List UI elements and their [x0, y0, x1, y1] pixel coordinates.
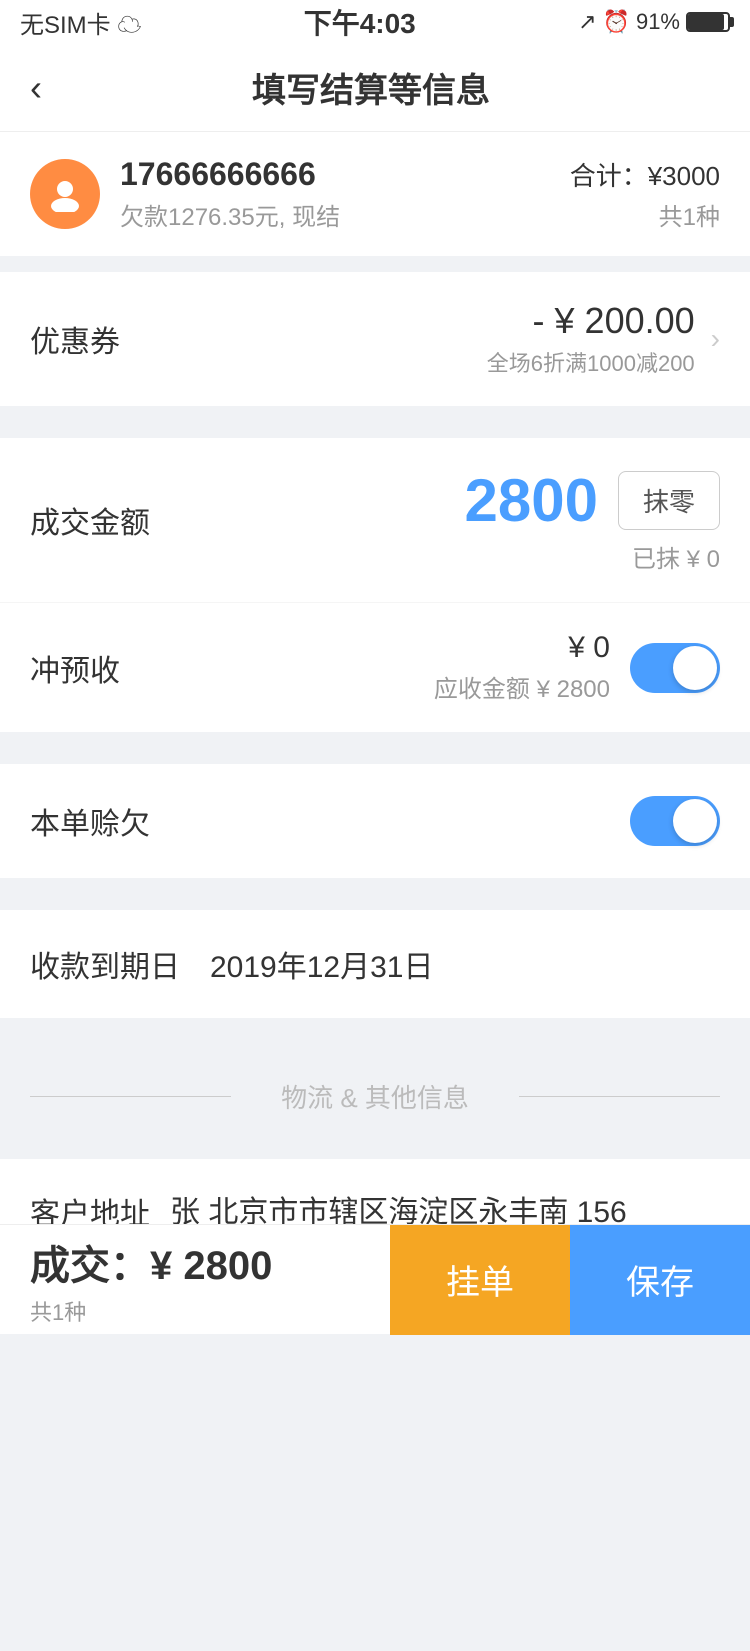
customer-sub: 欠款1276.35元, 现结: [120, 197, 340, 232]
bottom-deal: 成交：¥ 2800: [30, 1233, 360, 1291]
deal-amount-label: 成交金额: [30, 498, 150, 542]
customer-phone: 17666666666: [120, 156, 340, 193]
logistics-line-left: [30, 1096, 231, 1097]
section-divider-1: [0, 422, 750, 438]
status-bar: 无SIM卡 ☁ 下午4:03 ↗ ⏰ 91%: [0, 0, 750, 44]
main-content: 17666666666 欠款1276.35元, 现结 合计：¥3000 共1种 …: [0, 132, 750, 1651]
due-date-value: 2019年12月31日: [210, 942, 433, 986]
deal-amount-row: 成交金额 2800 抹零 已抹 ¥ 0: [0, 438, 750, 603]
battery-icon: [686, 12, 730, 32]
hang-order-button[interactable]: 挂单: [390, 1225, 570, 1335]
section-divider-2: [0, 748, 750, 764]
coupon-amount: - ¥ 200.00: [487, 300, 695, 342]
battery-percent: 91%: [636, 9, 680, 35]
prepay-sub: 应收金额 ¥ 2800: [434, 669, 610, 704]
status-time: 下午4:03: [304, 2, 416, 42]
toggle-knob: [673, 646, 717, 690]
prepay-label: 冲预收: [30, 646, 120, 690]
deal-section: 成交金额 2800 抹零 已抹 ¥ 0 冲预收 ¥ 0 应收金额 ¥ 2800: [0, 438, 750, 732]
credit-toggle-knob: [673, 799, 717, 843]
prepay-info: ¥ 0 应收金额 ¥ 2800: [434, 631, 610, 704]
due-date-label: 收款到期日: [30, 942, 180, 986]
round-button[interactable]: 抹零: [618, 471, 720, 530]
coupon-desc: 全场6折满1000减200: [487, 346, 695, 378]
bottom-summary: 成交：¥ 2800 共1种: [0, 1233, 390, 1327]
deal-amount-value: 2800: [465, 466, 598, 535]
customer-row: 17666666666 欠款1276.35元, 现结 合计：¥3000 共1种: [0, 132, 750, 256]
save-button[interactable]: 保存: [570, 1225, 750, 1335]
logistics-text: 物流 & 其他信息: [281, 1078, 469, 1115]
credit-row: 本单赊欠: [0, 764, 750, 878]
nav-bar: ‹ 填写结算等信息: [0, 44, 750, 132]
back-button[interactable]: ‹: [30, 67, 42, 109]
sim-status: 无SIM卡 ☁: [20, 5, 141, 40]
deal-sub: 已抹 ¥ 0: [632, 539, 720, 574]
credit-label: 本单赊欠: [30, 799, 150, 843]
credit-toggle[interactable]: [630, 796, 720, 846]
customer-info: 17666666666 欠款1276.35元, 现结: [120, 156, 340, 232]
status-left: 无SIM卡 ☁: [20, 5, 141, 40]
customer-total: 合计：¥3000 共1种: [570, 156, 720, 232]
logistics-line-right: [519, 1096, 720, 1097]
bottom-bar: 成交：¥ 2800 共1种 挂单 保存: [0, 1224, 750, 1334]
section-divider-4: [0, 1034, 750, 1050]
alarm-icon: ⏰: [603, 9, 630, 35]
gray-bg: [0, 1331, 750, 1531]
logistics-divider: 物流 & 其他信息: [0, 1050, 750, 1143]
prepay-amount: ¥ 0: [434, 631, 610, 665]
coupon-right: - ¥ 200.00 全场6折满1000减200: [487, 300, 695, 378]
total-label: 合计：¥3000: [570, 156, 720, 193]
prepay-toggle[interactable]: [630, 643, 720, 693]
status-right: ↗ ⏰ 91%: [578, 9, 730, 35]
section-divider-3: [0, 894, 750, 910]
page-title: 填写结算等信息: [62, 63, 680, 112]
due-date-row: 收款到期日 2019年12月31日: [0, 910, 750, 1018]
bottom-count: 共1种: [30, 1295, 360, 1327]
avatar: [30, 159, 100, 229]
coupon-row[interactable]: 优惠券 - ¥ 200.00 全场6折满1000减200 ›: [0, 272, 750, 406]
location-icon: ↗: [578, 9, 596, 35]
bottom-deal-label: 成交：: [30, 1244, 150, 1288]
coupon-chevron-icon: ›: [711, 323, 720, 355]
prepay-row: 冲预收 ¥ 0 应收金额 ¥ 2800: [0, 603, 750, 732]
total-count: 共1种: [570, 197, 720, 232]
bottom-deal-amount: ¥ 2800: [150, 1244, 272, 1288]
coupon-label: 优惠券: [30, 317, 120, 361]
